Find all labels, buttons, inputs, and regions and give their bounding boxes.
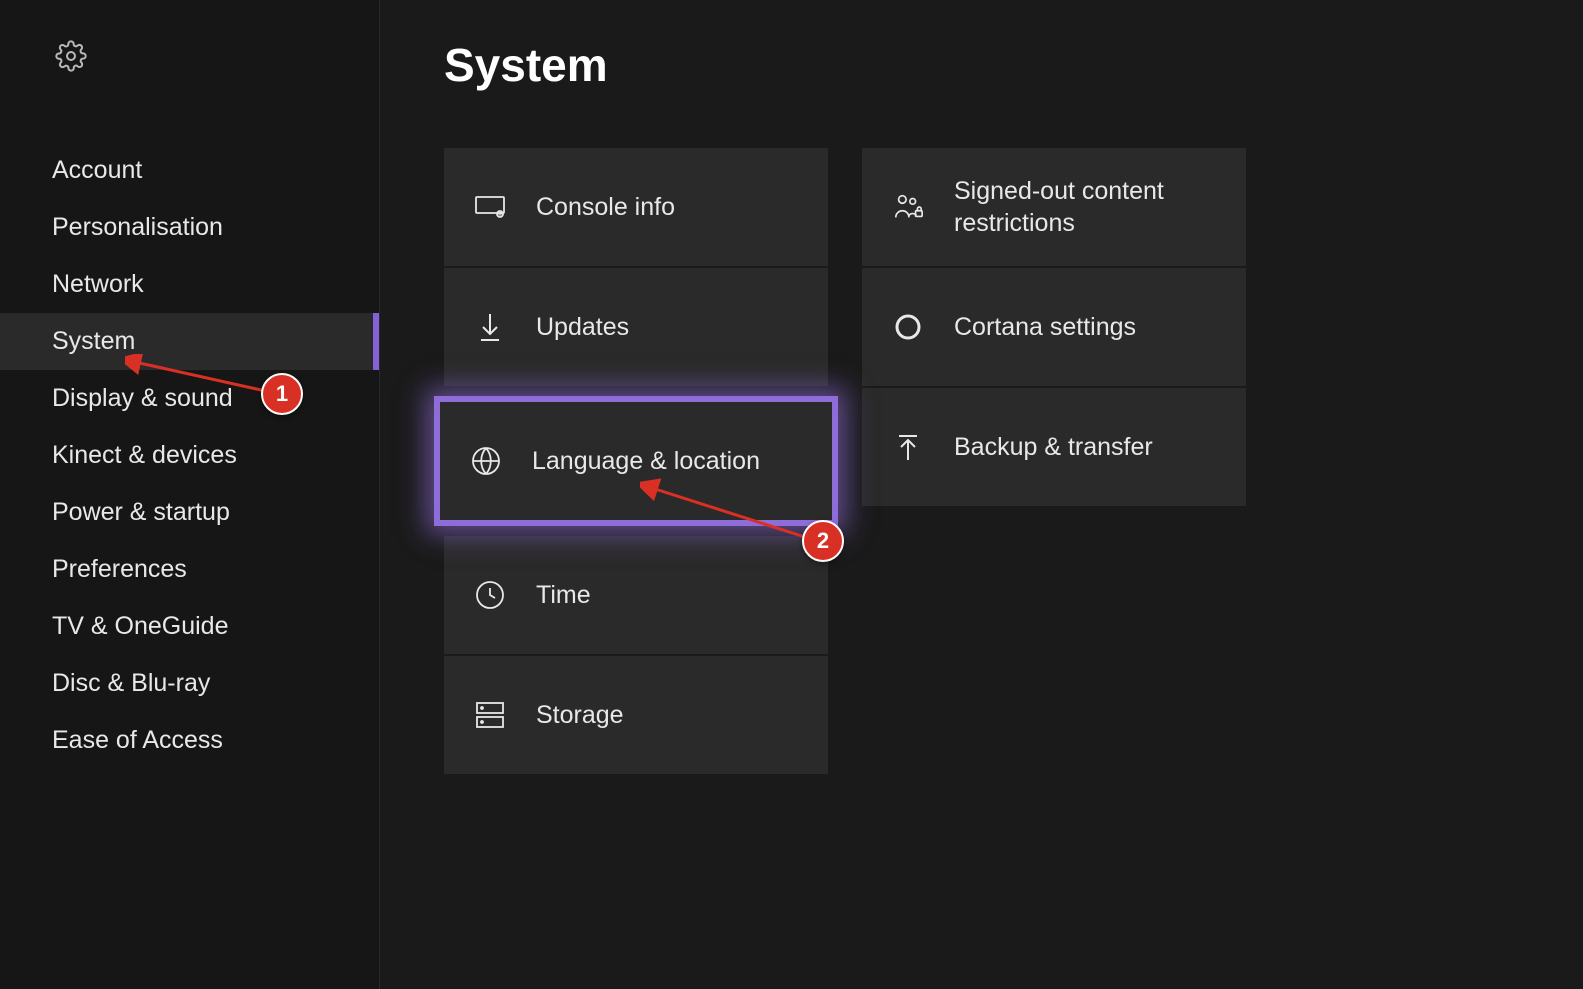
tile-label: Time: [536, 579, 591, 612]
tile-column-2: Signed-out content restrictions Cortana …: [862, 148, 1246, 774]
sidebar-item-system[interactable]: System: [0, 313, 379, 370]
tile-label: Console info: [536, 191, 675, 224]
gear-icon: [55, 40, 379, 72]
tile-time[interactable]: Time: [444, 536, 828, 654]
tile-storage[interactable]: Storage: [444, 656, 828, 774]
sidebar-item-disc-bluray[interactable]: Disc & Blu-ray: [0, 655, 379, 712]
storage-icon: [474, 701, 506, 729]
tile-grid: Console info Updates Language & loc: [444, 148, 1519, 774]
tile-label: Backup & transfer: [954, 431, 1153, 464]
cortana-icon: [892, 312, 924, 342]
tile-backup-transfer[interactable]: Backup & transfer: [862, 388, 1246, 506]
sidebar-item-ease-of-access[interactable]: Ease of Access: [0, 712, 379, 769]
tile-updates[interactable]: Updates: [444, 268, 828, 386]
download-icon: [474, 312, 506, 342]
page-title: System: [444, 38, 1519, 92]
sidebar-item-display-sound[interactable]: Display & sound: [0, 370, 379, 427]
tile-label: Signed-out content restrictions: [954, 175, 1246, 240]
sidebar-item-personalisation[interactable]: Personalisation: [0, 199, 379, 256]
sidebar-item-tv-oneguide[interactable]: TV & OneGuide: [0, 598, 379, 655]
annotation-badge-2: 2: [802, 520, 844, 562]
tile-label: Updates: [536, 311, 629, 344]
tile-label: Storage: [536, 699, 624, 732]
tile-label: Language & location: [532, 445, 760, 478]
sidebar-item-network[interactable]: Network: [0, 256, 379, 313]
sidebar-item-kinect-devices[interactable]: Kinect & devices: [0, 427, 379, 484]
globe-icon: [470, 446, 502, 476]
console-icon: [474, 196, 506, 218]
restrictions-icon: [892, 192, 924, 222]
backup-icon: [892, 432, 924, 462]
sidebar: Account Personalisation Network System D…: [0, 0, 380, 989]
sidebar-item-preferences[interactable]: Preferences: [0, 541, 379, 598]
main-panel: System Console info: [380, 0, 1583, 989]
tile-cortana-settings[interactable]: Cortana settings: [862, 268, 1246, 386]
tile-console-info[interactable]: Console info: [444, 148, 828, 266]
clock-icon: [474, 580, 506, 610]
sidebar-item-account[interactable]: Account: [0, 142, 379, 199]
sidebar-list: Account Personalisation Network System D…: [0, 142, 379, 769]
tile-content-restrictions[interactable]: Signed-out content restrictions: [862, 148, 1246, 266]
tile-column-1: Console info Updates Language & loc: [444, 148, 828, 774]
tile-language-location[interactable]: Language & location: [434, 396, 838, 526]
tile-label: Cortana settings: [954, 311, 1136, 344]
sidebar-item-power-startup[interactable]: Power & startup: [0, 484, 379, 541]
annotation-badge-1: 1: [261, 373, 303, 415]
